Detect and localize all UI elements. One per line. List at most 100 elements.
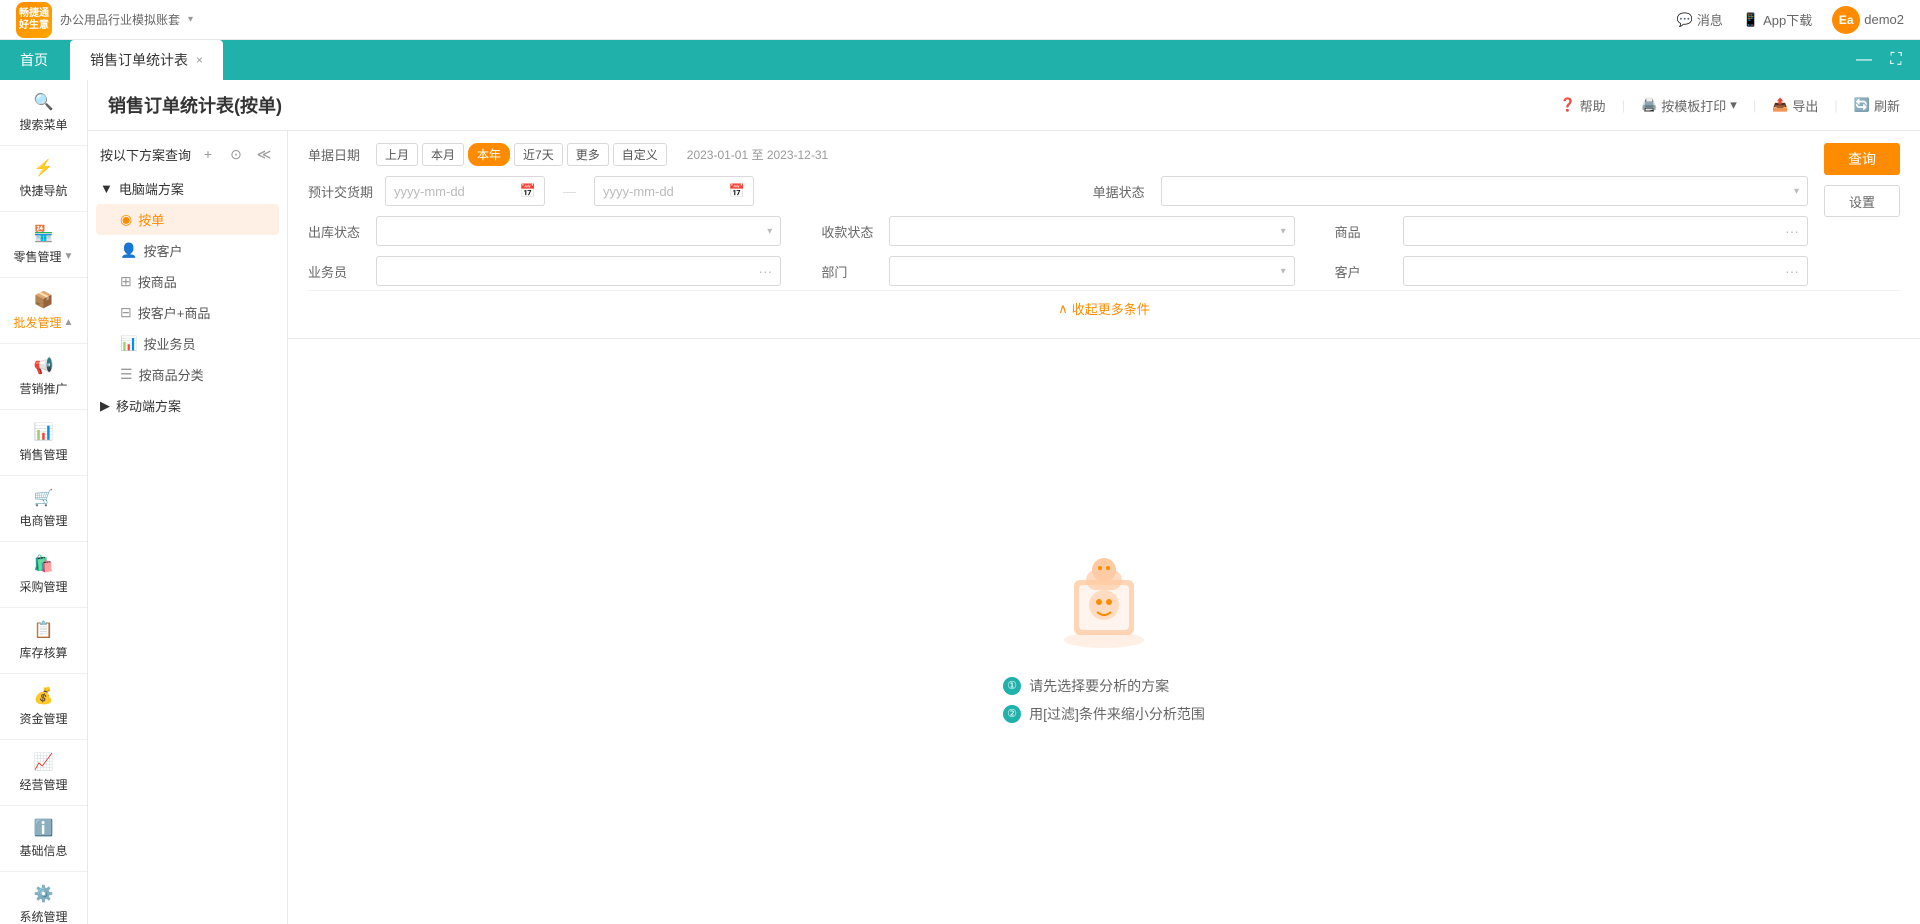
message-button[interactable]: 💬 消息 [1677,10,1723,29]
system-icon: ⚙️ [34,884,54,904]
hint-text-1: 请先选择要分析的方案 [1029,676,1169,696]
pc-scheme-title[interactable]: ▼ 电脑端方案 [96,173,279,204]
collapse-scheme-button[interactable]: ≪ [253,143,275,165]
user-name: demo2 [1864,12,1904,27]
refresh-button[interactable]: 🔄 刷新 [1854,96,1900,115]
scheme-by-goods[interactable]: ⊞ 按商品 [96,266,279,297]
retail-arrow-icon: ▼ [64,251,74,262]
print-button[interactable]: 🖨️ 按模板打印 ▾ [1641,96,1737,115]
collapse-button[interactable]: ∧ 收起更多条件 [308,290,1900,326]
scheme-by-customer-goods[interactable]: ⊟ 按客户+商品 [96,297,279,328]
tab-fullscreen-icon[interactable]: ⛶ [1884,48,1908,72]
result-area: ① 请先选择要分析的方案 ② 用[过滤]条件来缩小分析范围 [288,339,1920,924]
app-download-label: App下载 [1763,10,1812,29]
empty-state: ① 请先选择要分析的方案 ② 用[过滤]条件来缩小分析范围 [1003,540,1205,724]
scheme-by-customer[interactable]: 👤 按客户 [96,235,279,266]
sidebar-item-system[interactable]: ⚙️ 系统管理 [0,872,87,924]
expected-date-label: 预计交货期 [308,182,373,201]
scheme-gc-icon: ☰ [120,366,133,383]
salesperson-select[interactable]: ··· [376,256,781,286]
sidebar-retail-label: 零售管理 [14,248,62,265]
date-btn-this-year[interactable]: 本年 [468,143,510,166]
customer-more-icon[interactable]: ··· [1785,263,1799,279]
pc-scheme-label: 电脑端方案 [119,179,184,198]
left-panel-icons: + ⊙ ≪ [197,143,275,165]
tab-minimize-icon[interactable]: — [1852,48,1876,72]
sidebar-item-basic[interactable]: ℹ️ 基础信息 [0,806,87,872]
sidebar-item-marketing[interactable]: 📢 营销推广 [0,344,87,410]
wholesale-icon: 📦 [34,290,54,310]
date-btn-this-month[interactable]: 本月 [422,143,464,166]
empty-hint-2: ② 用[过滤]条件来缩小分析范围 [1003,704,1205,724]
logo: 畅捷通好生意 [16,2,52,38]
date-btn-more[interactable]: 更多 [567,143,609,166]
sidebar-item-finance[interactable]: 💰 资金管理 [0,674,87,740]
calendar-icon-to: 📅 [729,183,745,199]
sidebar-basic-label: 基础信息 [19,842,67,859]
goods-more-icon[interactable]: ··· [1785,223,1799,239]
dept-select[interactable]: ▾ [889,256,1294,286]
sidebar-system-label: 系统管理 [19,908,67,924]
tab-close-icon[interactable]: × [196,53,203,67]
date-label: 单据日期 [308,145,364,164]
goods-label: 商品 [1335,222,1391,241]
tab-active-sales-order[interactable]: 销售订单统计表 × [70,40,223,80]
wholesale-arrow-icon: ▲ [64,317,74,328]
refresh-icon: 🔄 [1854,97,1870,113]
date-btn-last-month[interactable]: 上月 [376,143,418,166]
query-button[interactable]: 查询 [1824,143,1900,175]
app-download-button[interactable]: 📱 App下载 [1743,10,1812,29]
outbound-select[interactable]: ▾ [376,216,781,246]
scheme-by-order[interactable]: ◉ 按单 [96,204,279,235]
salesperson-more-icon[interactable]: ··· [758,263,772,279]
salesperson-label: 业务员 [308,262,364,281]
scheme-customer-label: 按客户 [143,241,182,260]
user-menu[interactable]: Ea demo2 [1832,6,1904,34]
sidebar-item-sales[interactable]: 📊 销售管理 [0,410,87,476]
sidebar-item-wholesale[interactable]: 📦 批发管理 ▲ [0,278,87,344]
main-area: 🔍 搜索菜单 ⚡ 快捷导航 🏪 零售管理 ▼ 📦 批发管理 ▲ 📢 营销推广 [0,80,1920,924]
scheme-by-salesperson[interactable]: 📊 按业务员 [96,328,279,359]
customer-label: 客户 [1335,262,1391,281]
app-title-dropdown-icon[interactable]: ▾ [188,14,193,25]
sidebar-item-retail[interactable]: 🏪 零售管理 ▼ [0,212,87,278]
sidebar: 🔍 搜索菜单 ⚡ 快捷导航 🏪 零售管理 ▼ 📦 批发管理 ▲ 📢 营销推广 [0,80,88,924]
date-btn-custom[interactable]: 自定义 [613,143,667,166]
export-button[interactable]: 📤 导出 [1772,96,1818,115]
sidebar-item-inventory[interactable]: 📋 库存核算 [0,608,87,674]
sidebar-item-quicknav[interactable]: ⚡ 快捷导航 [0,146,87,212]
setting-button[interactable]: 设置 [1824,185,1900,217]
sidebar-item-operation[interactable]: 📈 经营管理 [0,740,87,806]
message-label: 消息 [1697,10,1723,29]
action-buttons: 查询 设置 [1824,143,1900,217]
scheme-customer-icon: 👤 [120,242,137,259]
scheme-by-goods-category[interactable]: ☰ 按商品分类 [96,359,279,390]
expected-date-from[interactable]: yyyy-mm-dd 📅 [385,176,545,206]
sidebar-item-search[interactable]: 🔍 搜索菜单 [0,80,87,146]
sidebar-item-ecommerce[interactable]: 🛒 电商管理 [0,476,87,542]
operation-icon: 📈 [34,752,54,772]
mobile-scheme-title[interactable]: ▶ 移动端方案 [96,390,279,421]
customer-select[interactable]: ··· [1403,256,1808,286]
status-select[interactable]: ▾ [1161,176,1808,206]
add-scheme-button[interactable]: + [197,143,219,165]
scheme-order-label: 按单 [138,210,164,229]
sidebar-ecommerce-label: 电商管理 [19,512,67,529]
purchase-icon: 🛍️ [34,554,54,574]
app-download-icon: 📱 [1743,12,1759,28]
page-content: 销售订单统计表(按单) ❓ 帮助 | 🖨️ 按模板打印 ▾ | 📤 导出 | [88,80,1920,924]
settings-scheme-button[interactable]: ⊙ [225,143,247,165]
expected-date-to[interactable]: yyyy-mm-dd 📅 [594,176,754,206]
sidebar-item-purchase[interactable]: 🛍️ 采购管理 [0,542,87,608]
scheme-order-icon: ◉ [120,211,132,228]
date-btn-7days[interactable]: 近7天 [514,143,563,166]
collapse-chevron-icon: ∧ [1058,301,1068,317]
dept-arrow-icon: ▾ [1281,266,1286,277]
sidebar-inventory-label: 库存核算 [19,644,67,661]
tab-home[interactable]: 首页 [0,40,68,80]
payment-select[interactable]: ▾ [889,216,1294,246]
help-button[interactable]: ❓ 帮助 [1559,96,1605,115]
scheme-gc-label: 按商品分类 [139,365,204,384]
hint-num-2: ② [1003,705,1021,723]
goods-select[interactable]: ··· [1403,216,1808,246]
